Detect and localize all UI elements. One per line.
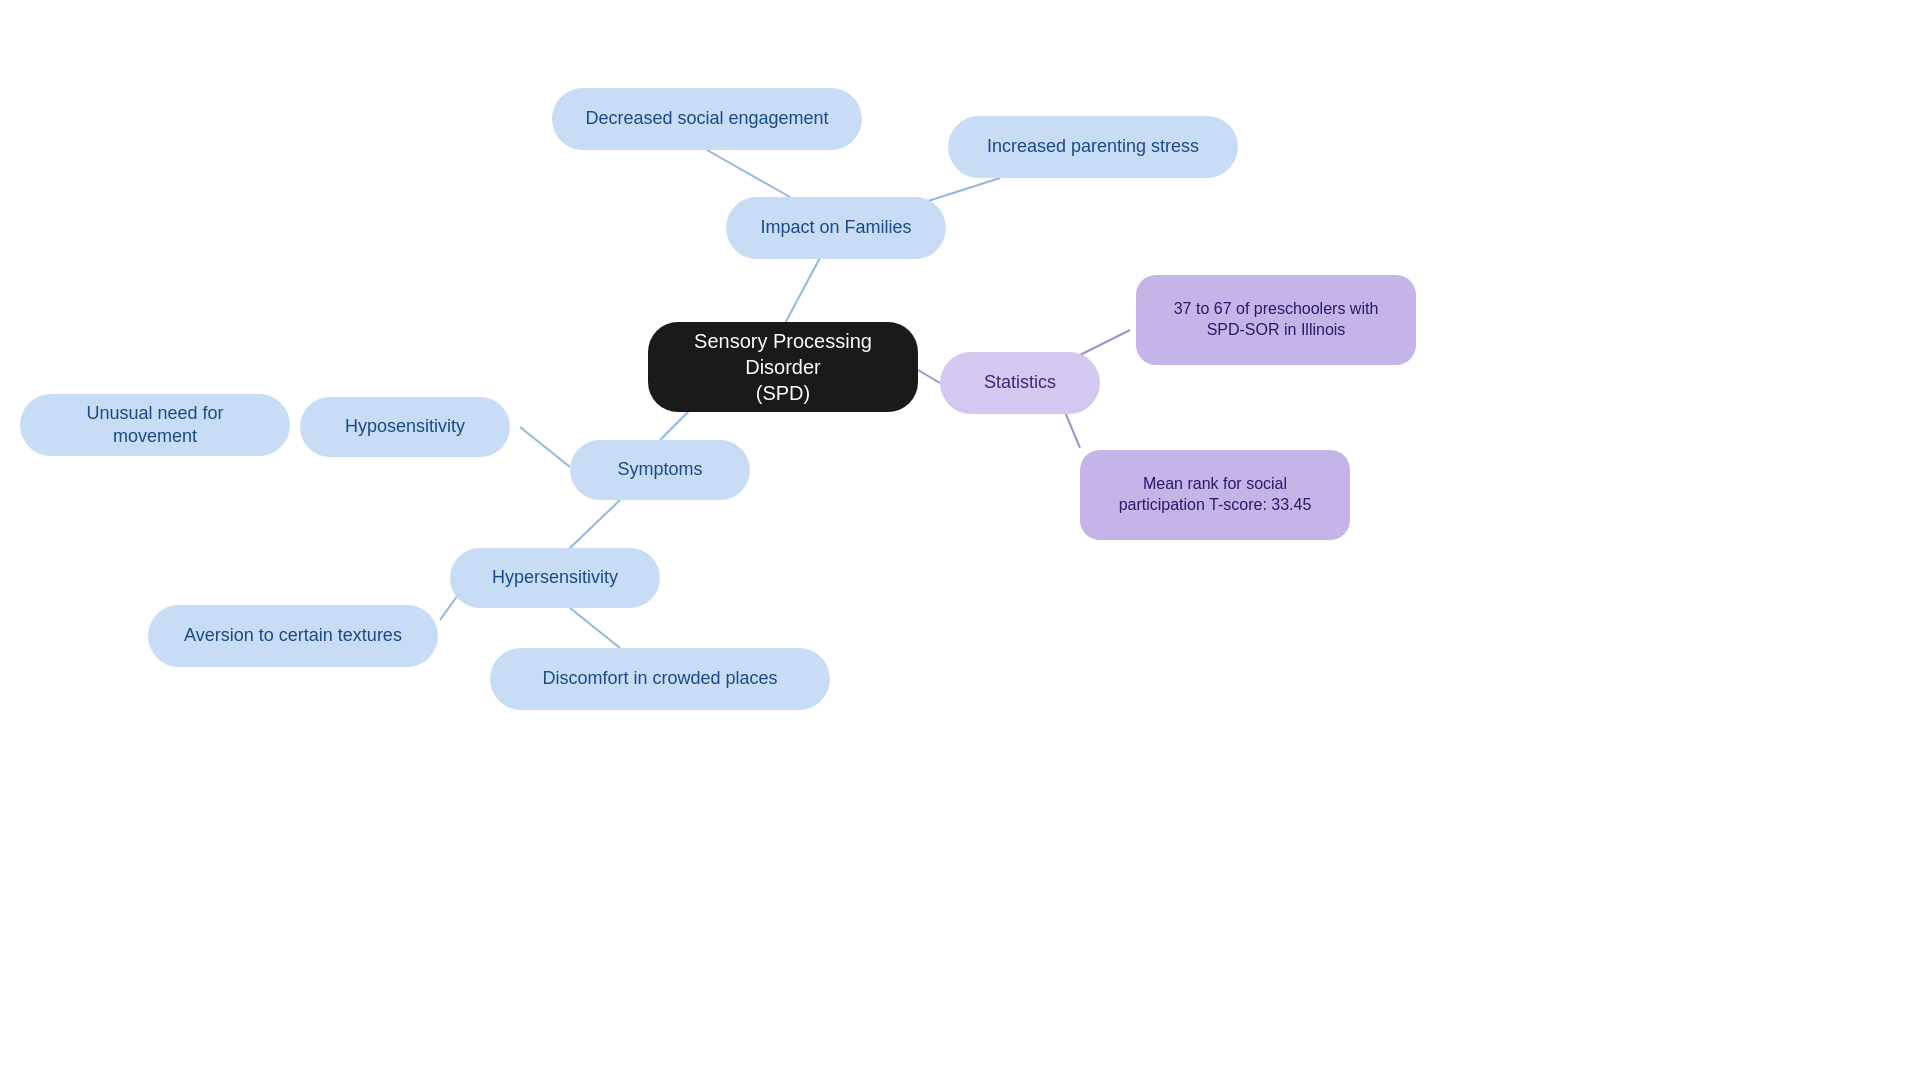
aversion-textures-label: Aversion to certain textures bbox=[184, 624, 402, 647]
hyposensitivity-label: Hyposensitivity bbox=[345, 415, 465, 438]
unusual-movement-label: Unusual need for movement bbox=[44, 402, 266, 449]
symptoms-label: Symptoms bbox=[617, 458, 702, 481]
impact-families-node: Impact on Families bbox=[726, 197, 946, 259]
center-node: Sensory Processing Disorder (SPD) bbox=[648, 322, 918, 412]
stat1-label: 37 to 67 of preschoolers with SPD-SOR in… bbox=[1156, 299, 1396, 341]
statistics-node: Statistics bbox=[940, 352, 1100, 414]
hypersensitivity-label: Hypersensitivity bbox=[492, 566, 618, 589]
svg-line-6 bbox=[570, 500, 620, 548]
symptoms-node: Symptoms bbox=[570, 440, 750, 500]
svg-line-4 bbox=[520, 427, 570, 467]
svg-line-1 bbox=[707, 150, 790, 197]
statistics-label: Statistics bbox=[984, 371, 1056, 394]
center-label: Sensory Processing Disorder (SPD) bbox=[672, 328, 894, 406]
impact-families-label: Impact on Families bbox=[760, 216, 911, 239]
decreased-social-node: Decreased social engagement bbox=[552, 88, 862, 150]
hyposensitivity-node: Hyposensitivity bbox=[300, 397, 510, 457]
increased-parenting-label: Increased parenting stress bbox=[987, 135, 1199, 158]
unusual-movement-node: Unusual need for movement bbox=[20, 394, 290, 456]
aversion-textures-node: Aversion to certain textures bbox=[148, 605, 438, 667]
stat1-node: 37 to 67 of preschoolers with SPD-SOR in… bbox=[1136, 275, 1416, 365]
increased-parenting-node: Increased parenting stress bbox=[948, 116, 1238, 178]
discomfort-crowded-label: Discomfort in crowded places bbox=[542, 667, 777, 690]
decreased-social-label: Decreased social engagement bbox=[585, 107, 828, 130]
svg-line-9 bbox=[918, 370, 940, 383]
stat2-node: Mean rank for social participation T-sco… bbox=[1080, 450, 1350, 540]
svg-line-8 bbox=[570, 608, 620, 648]
stat2-label: Mean rank for social participation T-sco… bbox=[1100, 474, 1330, 516]
hypersensitivity-node: Hypersensitivity bbox=[450, 548, 660, 608]
discomfort-crowded-node: Discomfort in crowded places bbox=[490, 648, 830, 710]
